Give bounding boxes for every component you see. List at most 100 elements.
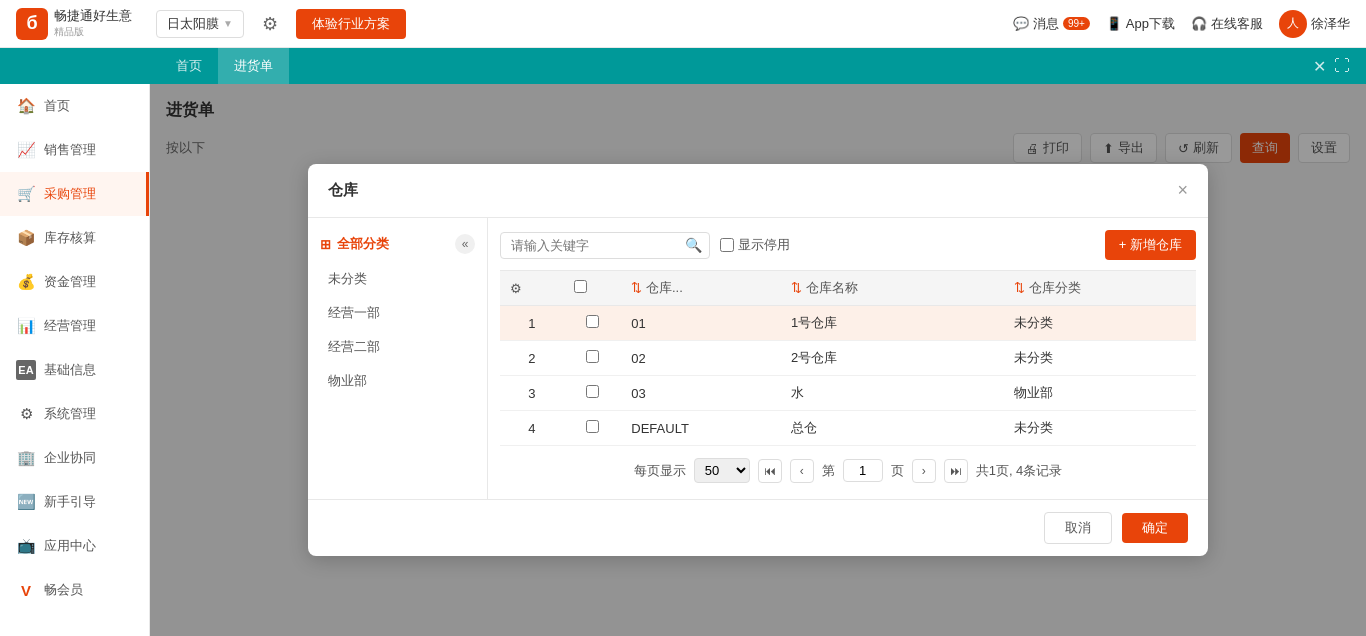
row-checkbox-3[interactable] [586, 385, 599, 398]
sidebar-label-home: 首页 [44, 97, 70, 115]
sidebar-label-basic: 基础信息 [44, 361, 96, 379]
secondary-nav: 首页 进货单 ✕ ⛶ [0, 48, 1366, 84]
table-row[interactable]: 2 02 2号仓库 未分类 [500, 341, 1196, 376]
sidebar-item-purchase[interactable]: 🛒 采购管理 [0, 172, 149, 216]
pagination: 每页显示 50 10 20 100 ⏮ ‹ 第 页 [500, 446, 1196, 487]
sidebar-item-sales[interactable]: 📈 销售管理 [0, 128, 149, 172]
modal-close-button[interactable]: × [1177, 180, 1188, 201]
sidebar-item-appcenter[interactable]: 📺 应用中心 [0, 524, 149, 568]
warehouse-modal: 仓库 × ⊞ 全部分类 « 未分类 [308, 164, 1208, 556]
sales-icon: 📈 [16, 140, 36, 160]
row-cb-3 [564, 376, 621, 411]
category-item-property[interactable]: 物业部 [308, 364, 487, 398]
select-all-checkbox[interactable] [574, 280, 587, 293]
first-page-button[interactable]: ⏮ [758, 459, 782, 483]
page-label: 第 [822, 462, 835, 480]
prev-page-button[interactable]: ‹ [790, 459, 814, 483]
show-disabled-label[interactable]: 显示停用 [720, 236, 790, 254]
row-cat-4: 未分类 [1004, 411, 1196, 446]
system-icon: ⚙ [16, 404, 36, 424]
row-cb-1 [564, 306, 621, 341]
tab-close-icon[interactable]: ✕ [1313, 57, 1326, 76]
sidebar-label-enterprise: 企业协同 [44, 449, 96, 467]
modal-overlay: 仓库 × ⊞ 全部分类 « 未分类 [150, 84, 1366, 636]
collapse-button[interactable]: « [455, 234, 475, 254]
sidebar-item-finance[interactable]: 💰 资金管理 [0, 260, 149, 304]
secondnav-right: ✕ ⛶ [1313, 57, 1350, 76]
row-checkbox-4[interactable] [586, 420, 599, 433]
appcenter-icon: 📺 [16, 536, 36, 556]
row-name-2: 2号仓库 [781, 341, 1004, 376]
enterprise-icon: 🏢 [16, 448, 36, 468]
page-suffix: 页 [891, 462, 904, 480]
table-head: ⚙ ⇅ 仓库... [500, 271, 1196, 306]
last-page-button[interactable]: ⏭ [944, 459, 968, 483]
all-categories-button[interactable]: ⊞ 全部分类 [320, 235, 389, 253]
logo-name: 畅捷通好生意 [54, 8, 132, 25]
th-gear: ⚙ [500, 271, 564, 306]
row-code-3: 03 [621, 376, 781, 411]
topbar-right: 💬 消息 99+ 📱 App下载 🎧 在线客服 人 徐泽华 [1013, 10, 1350, 38]
category-sidebar: ⊞ 全部分类 « 未分类 经营一部 经营二部 物业部 [308, 218, 488, 499]
new-warehouse-button[interactable]: + 新增仓库 [1105, 230, 1196, 260]
next-page-button[interactable]: › [912, 459, 936, 483]
sort-icon: ⇅ [631, 280, 642, 295]
sidebar-item-guide[interactable]: 🆕 新手引导 [0, 480, 149, 524]
table-row[interactable]: 4 DEFAULT 总仓 未分类 [500, 411, 1196, 446]
table-body: 1 01 1号仓库 未分类 2 [500, 306, 1196, 446]
row-checkbox-1[interactable] [586, 315, 599, 328]
sidebar-item-home[interactable]: 🏠 首页 [0, 84, 149, 128]
row-gear-1: 1 [500, 306, 564, 341]
table-row[interactable]: 1 01 1号仓库 未分类 [500, 306, 1196, 341]
messages-button[interactable]: 💬 消息 99+ [1013, 15, 1090, 33]
chevron-down-icon: ▼ [223, 18, 233, 29]
logo-area: б 畅捷通好生意 精品版 [16, 8, 156, 40]
row-cat-2: 未分类 [1004, 341, 1196, 376]
row-checkbox-2[interactable] [586, 350, 599, 363]
topbar: б 畅捷通好生意 精品版 日太阳膜 ▼ ⚙ 体验行业方案 💬 消息 99+ 📱 … [0, 0, 1366, 48]
show-disabled-checkbox[interactable] [720, 238, 734, 252]
store-selector[interactable]: 日太阳膜 ▼ [156, 10, 244, 38]
cancel-button[interactable]: 取消 [1044, 512, 1112, 544]
per-page-select[interactable]: 50 10 20 100 [694, 458, 750, 483]
th-category: ⇅ 仓库分类 [1004, 271, 1196, 306]
sidebar: 🏠 首页 📈 销售管理 🛒 采购管理 📦 库存核算 💰 资金管理 📊 经营管理 … [0, 84, 150, 636]
user-profile[interactable]: 人 徐泽华 [1279, 10, 1350, 38]
sidebar-item-enterprise[interactable]: 🏢 企业协同 [0, 436, 149, 480]
expand-icon[interactable]: ⛶ [1334, 57, 1350, 75]
row-name-4: 总仓 [781, 411, 1004, 446]
message-icon: 💬 [1013, 16, 1029, 31]
category-item-unclassified[interactable]: 未分类 [308, 262, 487, 296]
sidebar-label-sales: 销售管理 [44, 141, 96, 159]
grid-icon: ⊞ [320, 237, 331, 252]
sidebar-item-system[interactable]: ⚙ 系统管理 [0, 392, 149, 436]
row-cb-2 [564, 341, 621, 376]
logo-icon: б [16, 8, 48, 40]
row-code-1: 01 [621, 306, 781, 341]
sidebar-item-member[interactable]: V 畅会员 [0, 568, 149, 612]
category-item-ops2[interactable]: 经营二部 [308, 330, 487, 364]
row-name-1: 1号仓库 [781, 306, 1004, 341]
finance-icon: 💰 [16, 272, 36, 292]
sidebar-label-appcenter: 应用中心 [44, 537, 96, 555]
table-row[interactable]: 3 03 水 物业部 [500, 376, 1196, 411]
home-icon: 🏠 [16, 96, 36, 116]
settings-icon[interactable]: ⚙ [254, 8, 286, 40]
table-area: 🔍 显示停用 + 新增仓库 [488, 218, 1208, 499]
business-icon: 📊 [16, 316, 36, 336]
online-service-button[interactable]: 🎧 在线客服 [1191, 15, 1263, 33]
secondnav-item-purchase[interactable]: 进货单 [218, 48, 289, 84]
search-input[interactable] [500, 232, 710, 259]
trial-button[interactable]: 体验行业方案 [296, 9, 406, 39]
sidebar-item-basic-info[interactable]: EA 基础信息 [0, 348, 149, 392]
secondnav-item-home[interactable]: 首页 [160, 48, 218, 84]
category-item-ops1[interactable]: 经营一部 [308, 296, 487, 330]
page-number-input[interactable] [843, 459, 883, 482]
sidebar-item-business[interactable]: 📊 经营管理 [0, 304, 149, 348]
notification-badge: 99+ [1063, 17, 1090, 30]
app-download-button[interactable]: 📱 App下载 [1106, 15, 1175, 33]
confirm-button[interactable]: 确定 [1122, 513, 1188, 543]
table-scroll: ⚙ ⇅ 仓库... [500, 270, 1196, 446]
sidebar-item-inventory[interactable]: 📦 库存核算 [0, 216, 149, 260]
per-page-label: 每页显示 [634, 462, 686, 480]
